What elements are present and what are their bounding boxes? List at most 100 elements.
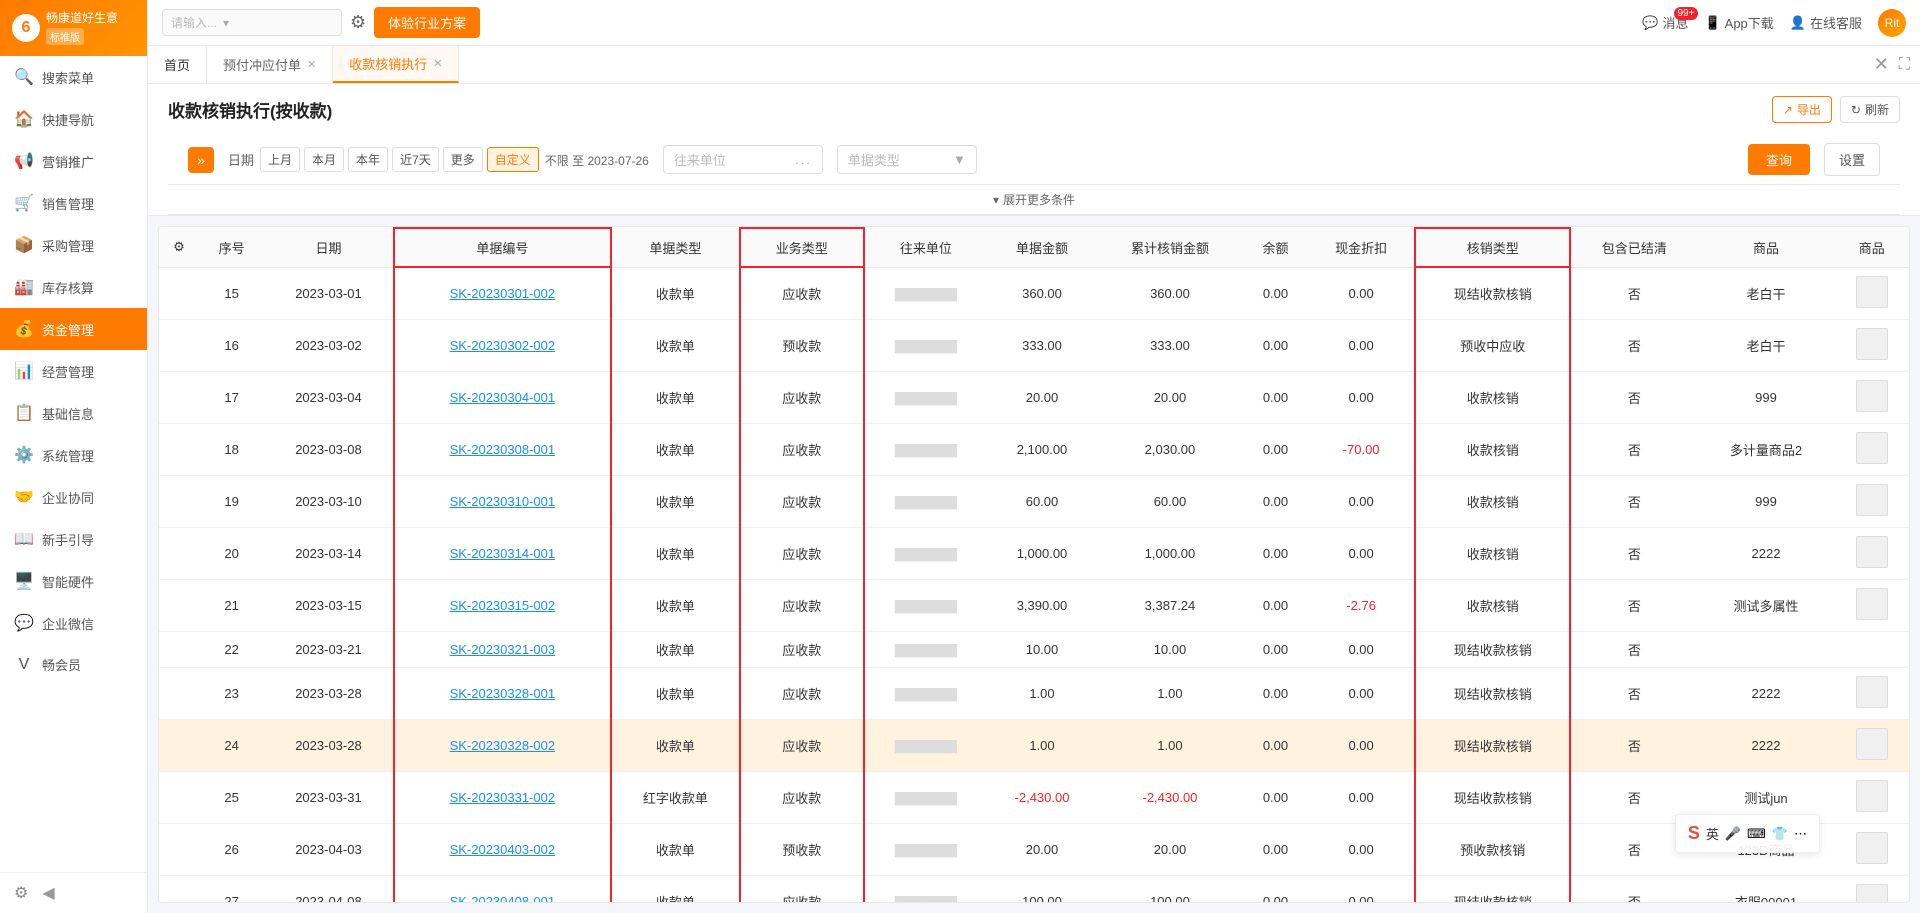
- sidebar-item-sales[interactable]: 🛒 销售管理: [0, 182, 147, 224]
- row-docno[interactable]: SK-20230328-002: [394, 719, 611, 771]
- row-docno[interactable]: SK-20230304-001: [394, 371, 611, 423]
- sidebar-member-icon: V: [14, 656, 34, 674]
- sidebar-item-marketing[interactable]: 📢 营销推广: [0, 140, 147, 182]
- topbar-left: 请输入... ▾ ⚙ 体验行业方案: [162, 7, 1632, 38]
- sidebar-item-wechat[interactable]: 💬 企业微信: [0, 602, 147, 644]
- tab-home[interactable]: 首页: [148, 46, 207, 83]
- date-btn-this-year[interactable]: 本年: [348, 147, 388, 172]
- row-cumulative: 3,387.24: [1097, 579, 1243, 631]
- sidebar-item-purchase[interactable]: 📦 采购管理: [0, 224, 147, 266]
- row-biztype: 应收款: [740, 267, 864, 319]
- partner-filter[interactable]: 往来单位 ...: [663, 145, 823, 174]
- row-settings[interactable]: [159, 631, 199, 667]
- page-title: 收款核销执行(按收款): [168, 97, 332, 122]
- sidebar-item-hardware[interactable]: 🖥️ 智能硬件: [0, 560, 147, 602]
- tab-receipt-verify[interactable]: 收款核销执行 ✕: [333, 46, 459, 83]
- row-settings[interactable]: [159, 527, 199, 579]
- row-include-settled: 否: [1570, 267, 1697, 319]
- service-icon: 👤: [1790, 15, 1806, 31]
- app-download-button[interactable]: 📱 App下载: [1704, 13, 1773, 32]
- search-input-area[interactable]: 请输入... ▾: [162, 9, 342, 36]
- doc-type-placeholder: 单据类型: [848, 150, 947, 169]
- tab-prepay-close[interactable]: ✕: [307, 58, 316, 71]
- row-no: 22: [199, 631, 264, 667]
- sidebar-item-inventory[interactable]: 🏭 库存核算: [0, 266, 147, 308]
- tabbar-close-all-icon[interactable]: ✕: [1874, 54, 1889, 75]
- row-settings[interactable]: [159, 719, 199, 771]
- filter-settings-button[interactable]: 设置: [1824, 143, 1880, 176]
- sidebar-item-corp[interactable]: 🤝 企业协同: [0, 476, 147, 518]
- row-docno[interactable]: SK-20230321-003: [394, 631, 611, 667]
- row-product-img: [1834, 527, 1909, 579]
- data-table-wrap: ⚙ 序号 日期 单据编号 单据类型 业务类型 往来单位 单据金额 累计核销金额 …: [158, 226, 1910, 903]
- collapse-icon[interactable]: ◀: [42, 883, 54, 903]
- row-partner: ████████: [864, 719, 987, 771]
- sidebar-item-operations[interactable]: 📊 经营管理: [0, 350, 147, 392]
- row-partner: ████████: [864, 823, 987, 875]
- row-docno[interactable]: SK-20230310-001: [394, 475, 611, 527]
- refresh-button[interactable]: ↻ 刷新: [1840, 96, 1900, 123]
- row-settings[interactable]: [159, 667, 199, 719]
- row-verifytype: 预收款核销: [1415, 823, 1570, 875]
- user-avatar[interactable]: Rit: [1878, 9, 1906, 37]
- row-docno[interactable]: SK-20230403-002: [394, 823, 611, 875]
- date-btn-custom[interactable]: 自定义: [487, 147, 539, 172]
- row-settings[interactable]: [159, 319, 199, 371]
- row-product: 测试多属性: [1698, 579, 1835, 631]
- row-settings[interactable]: [159, 371, 199, 423]
- tab-receipt-verify-close[interactable]: ✕: [433, 57, 442, 70]
- date-btn-7days[interactable]: 近7天: [392, 147, 439, 172]
- row-docno[interactable]: SK-20230315-002: [394, 579, 611, 631]
- date-btn-this-month[interactable]: 本月: [304, 147, 344, 172]
- row-docno[interactable]: SK-20230314-001: [394, 527, 611, 579]
- row-docno[interactable]: SK-20230302-002: [394, 319, 611, 371]
- settings-icon[interactable]: ⚙: [14, 883, 28, 903]
- sidebar-item-nav[interactable]: 🏠 快捷导航: [0, 98, 147, 140]
- row-product-img: [1834, 823, 1909, 875]
- sidebar-item-search[interactable]: 🔍 搜索菜单: [0, 56, 147, 98]
- sidebar-item-member[interactable]: V 畅会员: [0, 644, 147, 685]
- doc-type-filter[interactable]: 单据类型 ▼: [837, 145, 977, 174]
- online-service-button[interactable]: 👤 在线客服: [1790, 13, 1862, 32]
- sidebar-item-guide[interactable]: 📖 新手引导: [0, 518, 147, 560]
- row-settings[interactable]: [159, 475, 199, 527]
- table-row: 25 2023-03-31 SK-20230331-002 红字收款单 应收款 …: [159, 771, 1909, 823]
- row-docno[interactable]: SK-20230408-001: [394, 875, 611, 903]
- tabbar-expand-icon[interactable]: ⛶: [1899, 56, 1910, 74]
- query-button[interactable]: 查询: [1748, 144, 1810, 175]
- sidebar-basic-icon: 📋: [14, 403, 34, 423]
- row-no: 27: [199, 875, 264, 903]
- date-btn-last-month[interactable]: 上月: [260, 147, 300, 172]
- row-settings[interactable]: [159, 875, 199, 903]
- row-doctype: 收款单: [611, 667, 740, 719]
- tab-prepay[interactable]: 预付冲应付单 ✕: [207, 46, 333, 83]
- expand-conditions-button[interactable]: ▾ 展开更多条件: [993, 191, 1075, 208]
- row-settings[interactable]: [159, 579, 199, 631]
- col-product-header: 商品: [1698, 228, 1835, 267]
- row-no: 21: [199, 579, 264, 631]
- sidebar-item-basic[interactable]: 📋 基础信息: [0, 392, 147, 434]
- export-button[interactable]: ↗ 导出: [1772, 96, 1832, 123]
- row-settings[interactable]: [159, 423, 199, 475]
- row-product-img: [1834, 719, 1909, 771]
- row-biztype: 应收款: [740, 667, 864, 719]
- row-docno[interactable]: SK-20230308-001: [394, 423, 611, 475]
- row-settings[interactable]: [159, 267, 199, 319]
- col-settings-header[interactable]: ⚙: [159, 228, 199, 267]
- row-docno[interactable]: SK-20230331-002: [394, 771, 611, 823]
- sidebar-corp-label: 企业协同: [42, 488, 94, 507]
- row-docno[interactable]: SK-20230328-001: [394, 667, 611, 719]
- col-product-img-header: 商品: [1834, 228, 1909, 267]
- filter-toggle-button[interactable]: »: [188, 147, 214, 173]
- row-settings[interactable]: [159, 823, 199, 875]
- row-settings[interactable]: [159, 771, 199, 823]
- row-docno[interactable]: SK-20230301-002: [394, 267, 611, 319]
- sidebar-item-system[interactable]: ⚙️ 系统管理: [0, 434, 147, 476]
- sidebar-item-finance[interactable]: 💰 资金管理: [0, 308, 147, 350]
- date-btn-more[interactable]: 更多: [443, 147, 483, 172]
- solution-button[interactable]: 体验行业方案: [374, 7, 480, 38]
- topbar-gear-icon[interactable]: ⚙: [350, 12, 366, 33]
- row-balance: 0.00: [1243, 667, 1308, 719]
- sidebar-logo: 6 畅康道好生意 标推版: [0, 0, 147, 56]
- messages-button[interactable]: 💬 消息 99+: [1642, 13, 1688, 32]
